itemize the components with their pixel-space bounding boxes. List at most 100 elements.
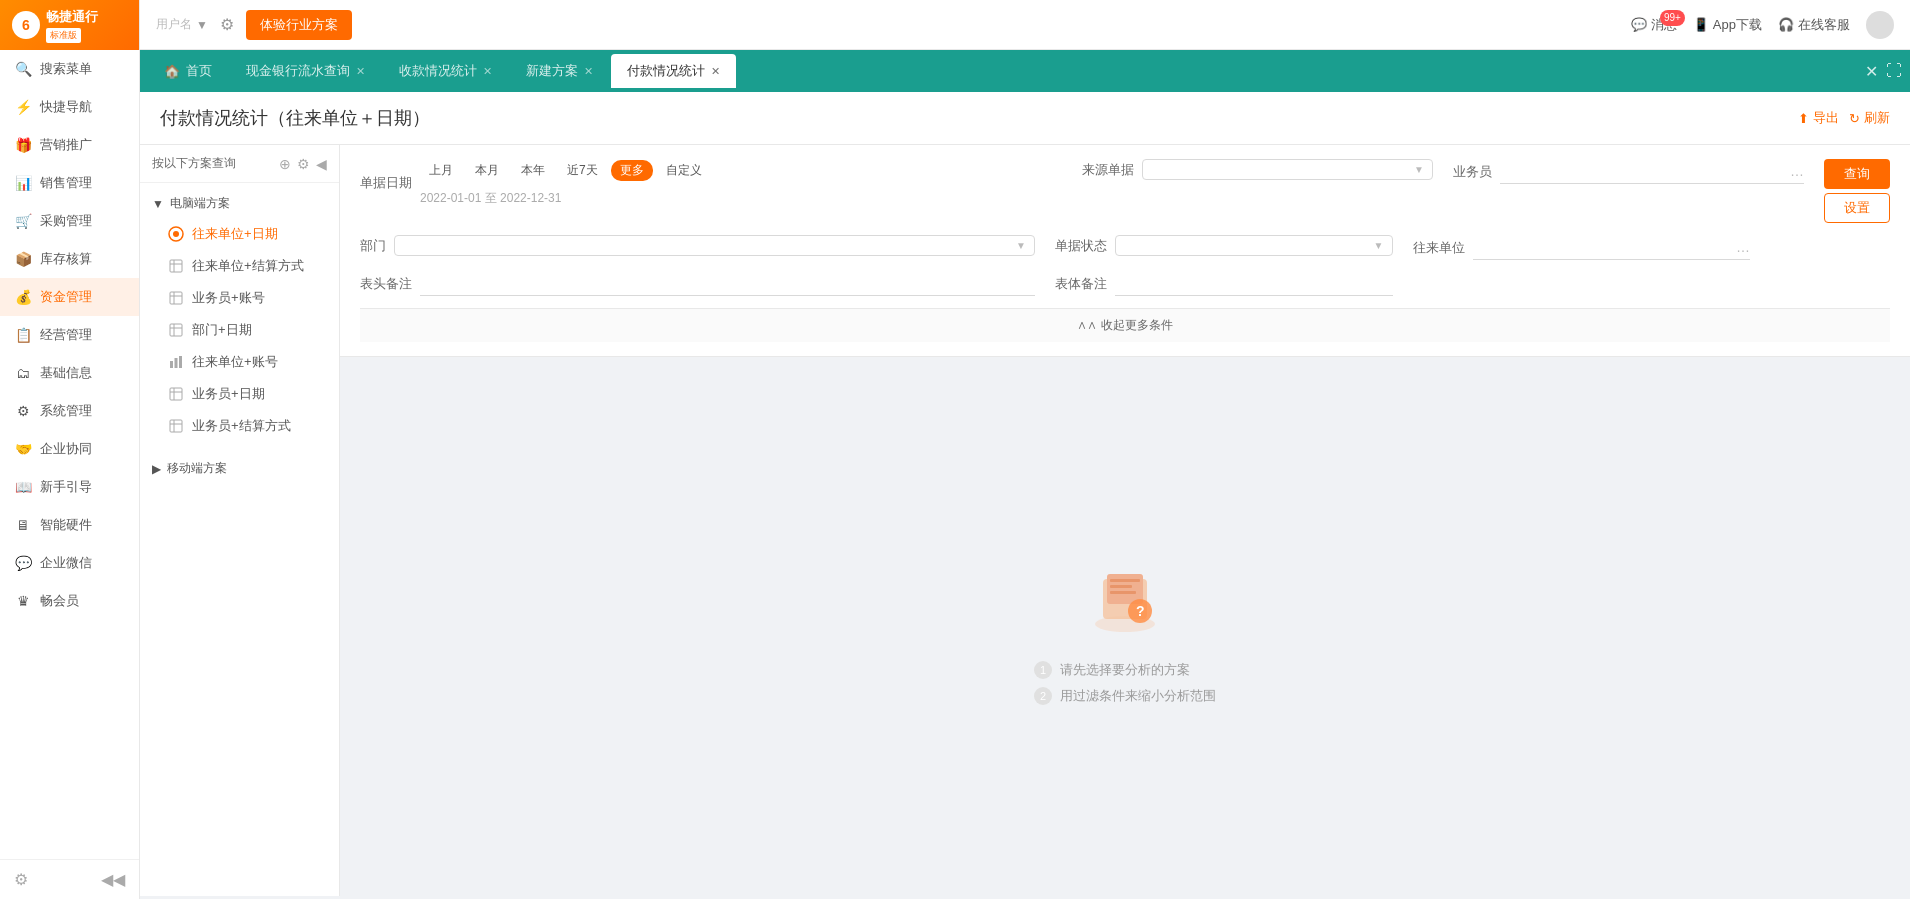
settings-footer-icon[interactable]: ⚙: [14, 870, 28, 889]
tab-receipt-stats[interactable]: 收款情况统计 ✕: [383, 54, 508, 88]
filter-row-2: 部门 ▼ 单据状态 ▼: [360, 235, 1890, 260]
staff-input[interactable]: …: [1500, 159, 1804, 184]
left-panel: 按以下方案查询 ⊕ ⚙ ◀ ▼ 电脑端方案: [140, 145, 340, 896]
preset-custom[interactable]: 自定义: [657, 159, 711, 182]
close-all-tabs-icon[interactable]: ✕: [1865, 62, 1878, 81]
svg-rect-8: [170, 324, 182, 336]
tab-new-scheme[interactable]: 新建方案 ✕: [510, 54, 609, 88]
manage-schemes-icon[interactable]: ⚙: [297, 156, 310, 172]
note-header-input[interactable]: [420, 272, 1035, 296]
sidebar-item-basic-info[interactable]: 🗂 基础信息: [0, 354, 139, 392]
tab-close-receipt-stats[interactable]: ✕: [483, 65, 492, 78]
scheme-active-icon: [168, 226, 184, 242]
scheme-staff-account[interactable]: 业务员+账号: [140, 282, 339, 314]
doc-status-arrow-icon: ▼: [1374, 240, 1384, 251]
sidebar-item-hardware[interactable]: 🖥 智能硬件: [0, 506, 139, 544]
sidebar-item-collab[interactable]: 🤝 企业协同: [0, 430, 139, 468]
tabbar: 🏠 首页 现金银行流水查询 ✕ 收款情况统计 ✕ 新建方案 ✕ 付款情况统计 ✕…: [140, 50, 1910, 92]
settings-button[interactable]: 设置: [1824, 193, 1890, 223]
tab-close-cash-flow[interactable]: ✕: [356, 65, 365, 78]
online-service-btn[interactable]: 🎧 在线客服: [1778, 16, 1850, 34]
sidebar-item-search[interactable]: 🔍 搜索菜单: [0, 50, 139, 88]
dept-select[interactable]: ▼: [394, 235, 1035, 256]
table-icon-0: [168, 258, 184, 274]
desktop-scheme-group: ▼ 电脑端方案 往来单位+日期 往来单位+结算方式: [140, 183, 339, 448]
svg-rect-5: [170, 292, 182, 304]
topbar-settings-icon[interactable]: ⚙: [220, 15, 234, 34]
quick-nav-icon: ⚡: [14, 98, 32, 116]
scheme-dept-date[interactable]: 部门+日期: [140, 314, 339, 346]
topbar: 用户名 ▼ ⚙ 体验行业方案 💬 消息 99+ 📱 App下载 🎧 在线客服: [140, 0, 1910, 50]
expand-arrow-icon: ▶: [152, 462, 161, 476]
sidebar-item-funds[interactable]: 💰 资金管理: [0, 278, 139, 316]
sidebar-item-purchase[interactable]: 🛒 采购管理: [0, 202, 139, 240]
partner-input[interactable]: …: [1473, 235, 1751, 260]
collapse-sidebar-icon[interactable]: ◀◀: [101, 870, 125, 889]
preset-more[interactable]: 更多: [611, 160, 653, 181]
query-button[interactable]: 查询: [1824, 159, 1890, 189]
preset-last-month[interactable]: 上月: [420, 159, 462, 182]
gear-icon: ⚙: [14, 402, 32, 420]
note-body-input[interactable]: [1115, 272, 1393, 296]
filter-row-1: 单据日期 上月 本月 本年 近7天 更多 自定义 20: [360, 159, 1890, 223]
empty-tips: 1 请先选择要分析的方案 2 用过滤条件来缩小分析范围: [1034, 661, 1216, 705]
scheme-partner-settle[interactable]: 往来单位+结算方式: [140, 250, 339, 282]
message-btn[interactable]: 💬 消息 99+: [1631, 16, 1677, 34]
collapse-more-conditions[interactable]: ∧∧ 收起更多条件: [360, 308, 1890, 342]
desktop-group-title[interactable]: ▼ 电脑端方案: [140, 189, 339, 218]
scheme-staff-date[interactable]: 业务员+日期: [140, 378, 339, 410]
empty-tip-1: 1 请先选择要分析的方案: [1034, 661, 1216, 679]
monitor-icon: 🖥: [14, 516, 32, 534]
preset-current-year[interactable]: 本年: [512, 159, 554, 182]
add-scheme-icon[interactable]: ⊕: [279, 156, 291, 172]
scheme-staff-settle[interactable]: 业务员+结算方式: [140, 410, 339, 442]
app-download-btn[interactable]: 📱 App下载: [1693, 16, 1762, 34]
filter-partner: 往来单位 …: [1413, 235, 1751, 260]
refresh-button[interactable]: ↻ 刷新: [1849, 109, 1890, 127]
svg-point-1: [173, 231, 179, 237]
breadcrumb-user: 用户名: [156, 16, 192, 33]
sidebar-logo: 6 畅捷通行 标准版: [0, 0, 139, 50]
preset-last-7[interactable]: 近7天: [558, 159, 607, 182]
sidebar-item-operations[interactable]: 📋 经营管理: [0, 316, 139, 354]
sidebar-item-marketing[interactable]: 🎁 营销推广: [0, 126, 139, 164]
tab-cash-flow[interactable]: 现金银行流水查询 ✕: [230, 54, 381, 88]
funds-icon: 💰: [14, 288, 32, 306]
sidebar-item-system[interactable]: ⚙ 系统管理: [0, 392, 139, 430]
source-doc-arrow-icon: ▼: [1414, 164, 1424, 175]
handshake-icon: 🤝: [14, 440, 32, 458]
left-panel-header: 按以下方案查询 ⊕ ⚙ ◀: [140, 145, 339, 183]
avatar[interactable]: [1866, 11, 1894, 39]
tab-home[interactable]: 🏠 首页: [148, 54, 228, 88]
collapse-arrow-icon: ▼: [152, 197, 164, 211]
page-header: 付款情况统计（往来单位＋日期） ⬆ 导出 ↻ 刷新: [140, 92, 1910, 145]
sidebar-item-vip[interactable]: ♛ 畅会员: [0, 582, 139, 620]
sidebar-item-guide[interactable]: 📖 新手引导: [0, 468, 139, 506]
mobile-group-title[interactable]: ▶ 移动端方案: [140, 454, 339, 483]
expand-icon[interactable]: ⛶: [1886, 62, 1902, 80]
doc-status-select[interactable]: ▼: [1115, 235, 1393, 256]
filter-note-header: 表头备注: [360, 272, 1035, 296]
collapse-panel-icon[interactable]: ◀: [316, 156, 327, 172]
sidebar-item-sales[interactable]: 📊 销售管理: [0, 164, 139, 202]
export-button[interactable]: ⬆ 导出: [1798, 109, 1839, 127]
sidebar-item-wechat[interactable]: 💬 企业微信: [0, 544, 139, 582]
scheme-partner-account[interactable]: 往来单位+账号: [140, 346, 339, 378]
svg-rect-25: [1110, 591, 1136, 594]
gift-icon: 🎁: [14, 136, 32, 154]
source-doc-select[interactable]: ▼: [1142, 159, 1433, 180]
sidebar-item-inventory[interactable]: 📦 库存核算: [0, 240, 139, 278]
svg-rect-11: [170, 361, 173, 368]
tab-payment-stats[interactable]: 付款情况统计 ✕: [611, 54, 736, 88]
preset-current-month[interactable]: 本月: [466, 159, 508, 182]
chart-bar-icon: [168, 354, 184, 370]
tab-close-payment-stats[interactable]: ✕: [711, 65, 720, 78]
sidebar-item-quicknav[interactable]: ⚡ 快捷导航: [0, 88, 139, 126]
header-icons: ⊕ ⚙ ◀: [279, 156, 327, 172]
svg-rect-14: [170, 388, 182, 400]
scheme-partner-date[interactable]: 往来单位+日期: [140, 218, 339, 250]
trial-industry-button[interactable]: 体验行业方案: [246, 10, 352, 40]
crown-icon: ♛: [14, 592, 32, 610]
date-presets: 上月 本月 本年 近7天 更多 自定义: [420, 159, 1062, 182]
tab-close-new-scheme[interactable]: ✕: [584, 65, 593, 78]
